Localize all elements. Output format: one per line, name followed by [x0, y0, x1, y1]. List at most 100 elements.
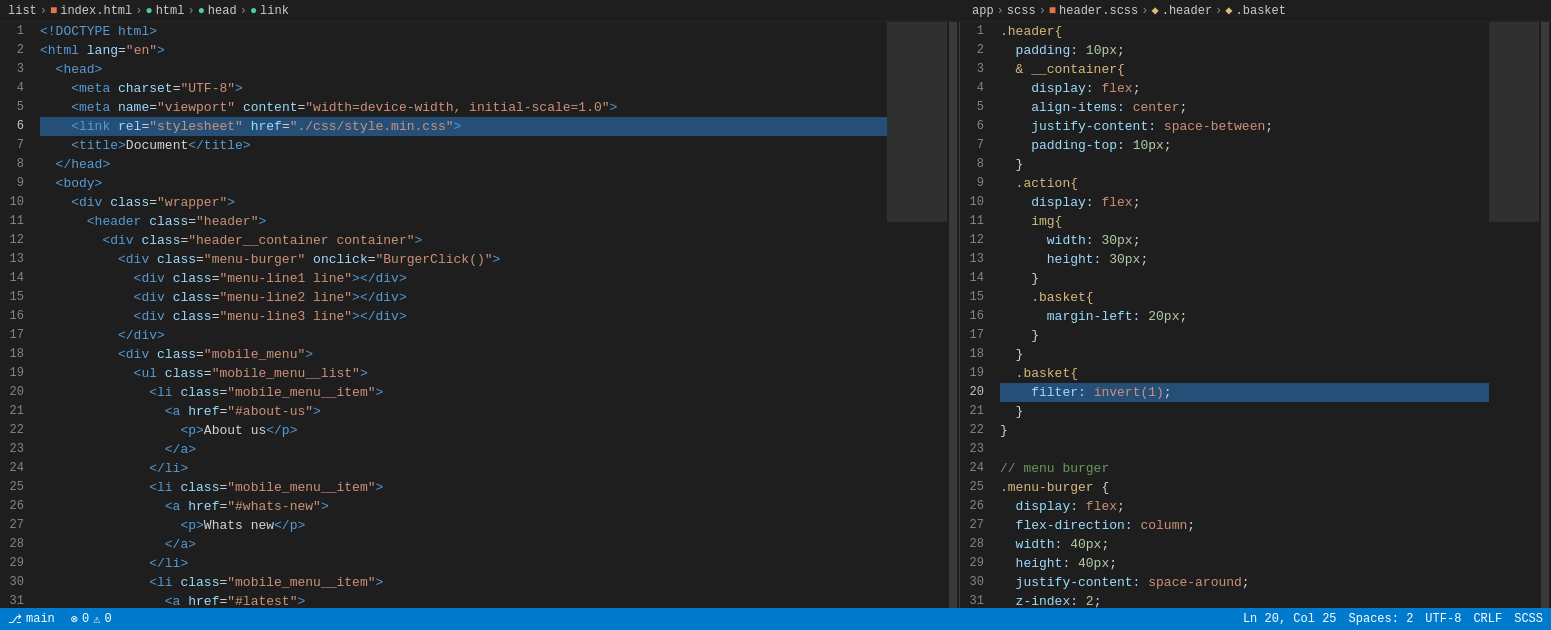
line-number-9: 9 [960, 174, 992, 193]
token: = [219, 592, 227, 608]
git-branch-label: main [26, 612, 55, 626]
token: column [1140, 516, 1187, 535]
token: ; [1187, 516, 1195, 535]
left-minimap [887, 22, 947, 608]
language-mode-item[interactable]: SCSS [1514, 612, 1543, 626]
token: > [376, 383, 384, 402]
breadcrumb-html[interactable]: html [156, 4, 185, 18]
code-line-17: } [1000, 326, 1489, 345]
token: rel [118, 117, 141, 136]
right-minimap-slider[interactable] [1489, 22, 1539, 222]
right-scrollbar[interactable] [1539, 22, 1551, 608]
line-number-14: 14 [960, 269, 992, 288]
token: > [305, 345, 313, 364]
token: = [149, 193, 157, 212]
line-number-17: 17 [960, 326, 992, 345]
breadcrumb-link-icon: ● [250, 4, 257, 18]
token: class [149, 212, 188, 231]
left-line-numbers: 1234567891011121314151617181920212223242… [0, 22, 32, 608]
token: Document [126, 136, 188, 155]
breadcrumb-link[interactable]: link [260, 4, 289, 18]
token: <div [40, 345, 157, 364]
breadcrumb-index-html[interactable]: index.html [60, 4, 132, 18]
right-scrollbar-thumb[interactable] [1541, 22, 1549, 608]
code-line-16: margin-left: 20px; [1000, 307, 1489, 326]
left-editor[interactable]: 1234567891011121314151617181920212223242… [0, 22, 959, 608]
token: ></div> [352, 269, 407, 288]
token: <!DOCTYPE html> [40, 22, 157, 41]
token: <div [40, 250, 157, 269]
token: </li> [40, 459, 188, 478]
language-mode-label: SCSS [1514, 612, 1543, 626]
token: <a [40, 402, 188, 421]
error-count: 0 [82, 612, 89, 626]
breadcrumb-head[interactable]: head [208, 4, 237, 18]
line-number-4: 4 [960, 79, 992, 98]
token: class [165, 364, 204, 383]
left-code-area[interactable]: <!DOCTYPE html><html lang="en"> <head> <… [32, 22, 887, 608]
token: ; [1133, 193, 1141, 212]
left-breadcrumb: list › ■ index.html › ● html › ● head › … [8, 4, 968, 18]
git-branch-item[interactable]: ⎇ main [8, 612, 55, 627]
token: > [321, 497, 329, 516]
token: margin-left: [1000, 307, 1148, 326]
cursor-position-item[interactable]: Ln 20, Col 25 [1243, 612, 1337, 626]
token: <div [40, 231, 141, 250]
token: ; [1140, 250, 1148, 269]
token: </a> [40, 440, 196, 459]
token: = [173, 79, 181, 98]
token: </a> [40, 535, 196, 554]
line-number-10: 10 [0, 193, 32, 212]
token: = [219, 573, 227, 592]
token: ; [1101, 535, 1109, 554]
breadcrumb-head-icon: ● [198, 4, 205, 18]
token: class [141, 231, 180, 250]
token: z-index: [1000, 592, 1086, 608]
encoding-label: UTF-8 [1425, 612, 1461, 626]
code-line-21: <a href="#about-us"> [40, 402, 887, 421]
token: ; [1265, 117, 1273, 136]
token: invert(1) [1094, 383, 1164, 402]
rb-sep2: › [1039, 4, 1046, 18]
rb-header-class[interactable]: .header [1162, 4, 1212, 18]
right-code-area[interactable]: .header{ padding: 10px; & __container{ d… [992, 22, 1489, 608]
token: = [219, 402, 227, 421]
token: > [227, 193, 235, 212]
token: > [258, 212, 266, 231]
token: </title> [188, 136, 250, 155]
rb-basket-class-icon: ◆ [1225, 3, 1232, 18]
token: class [180, 478, 219, 497]
token: height: [1000, 250, 1109, 269]
token: <li [40, 383, 180, 402]
rb-app: app [972, 4, 994, 18]
token: = [219, 497, 227, 516]
line-number-31: 31 [0, 592, 32, 608]
line-number-16: 16 [0, 307, 32, 326]
rb-sep4: › [1215, 4, 1222, 18]
line-number-1: 1 [960, 22, 992, 41]
git-branch-icon: ⎇ [8, 612, 22, 627]
rb-basket-class[interactable]: .basket [1236, 4, 1286, 18]
token: .basket{ [1000, 288, 1094, 307]
indentation-item[interactable]: Spaces: 2 [1349, 612, 1414, 626]
left-scrollbar-thumb[interactable] [949, 22, 957, 608]
code-line-26: <a href="#whats-new"> [40, 497, 887, 516]
line-number-8: 8 [960, 155, 992, 174]
errors-item[interactable]: ⊗ 0 ⚠ 0 [71, 612, 112, 627]
token: 10px [1086, 41, 1117, 60]
right-editor[interactable]: 1234567891011121314151617181920212223242… [960, 22, 1551, 608]
token: <body> [40, 174, 102, 193]
token: img{ [1000, 212, 1062, 231]
code-line-23: </a> [40, 440, 887, 459]
token: } [1000, 326, 1039, 345]
token: padding-top: [1000, 136, 1133, 155]
code-line-11: <header class="header"> [40, 212, 887, 231]
line-endings-item[interactable]: CRLF [1473, 612, 1502, 626]
code-line-14: } [1000, 269, 1489, 288]
code-line-11: img{ [1000, 212, 1489, 231]
encoding-item[interactable]: UTF-8 [1425, 612, 1461, 626]
rb-header-scss[interactable]: header.scss [1059, 4, 1138, 18]
left-scrollbar[interactable] [947, 22, 959, 608]
token: class [173, 288, 212, 307]
line-number-29: 29 [0, 554, 32, 573]
